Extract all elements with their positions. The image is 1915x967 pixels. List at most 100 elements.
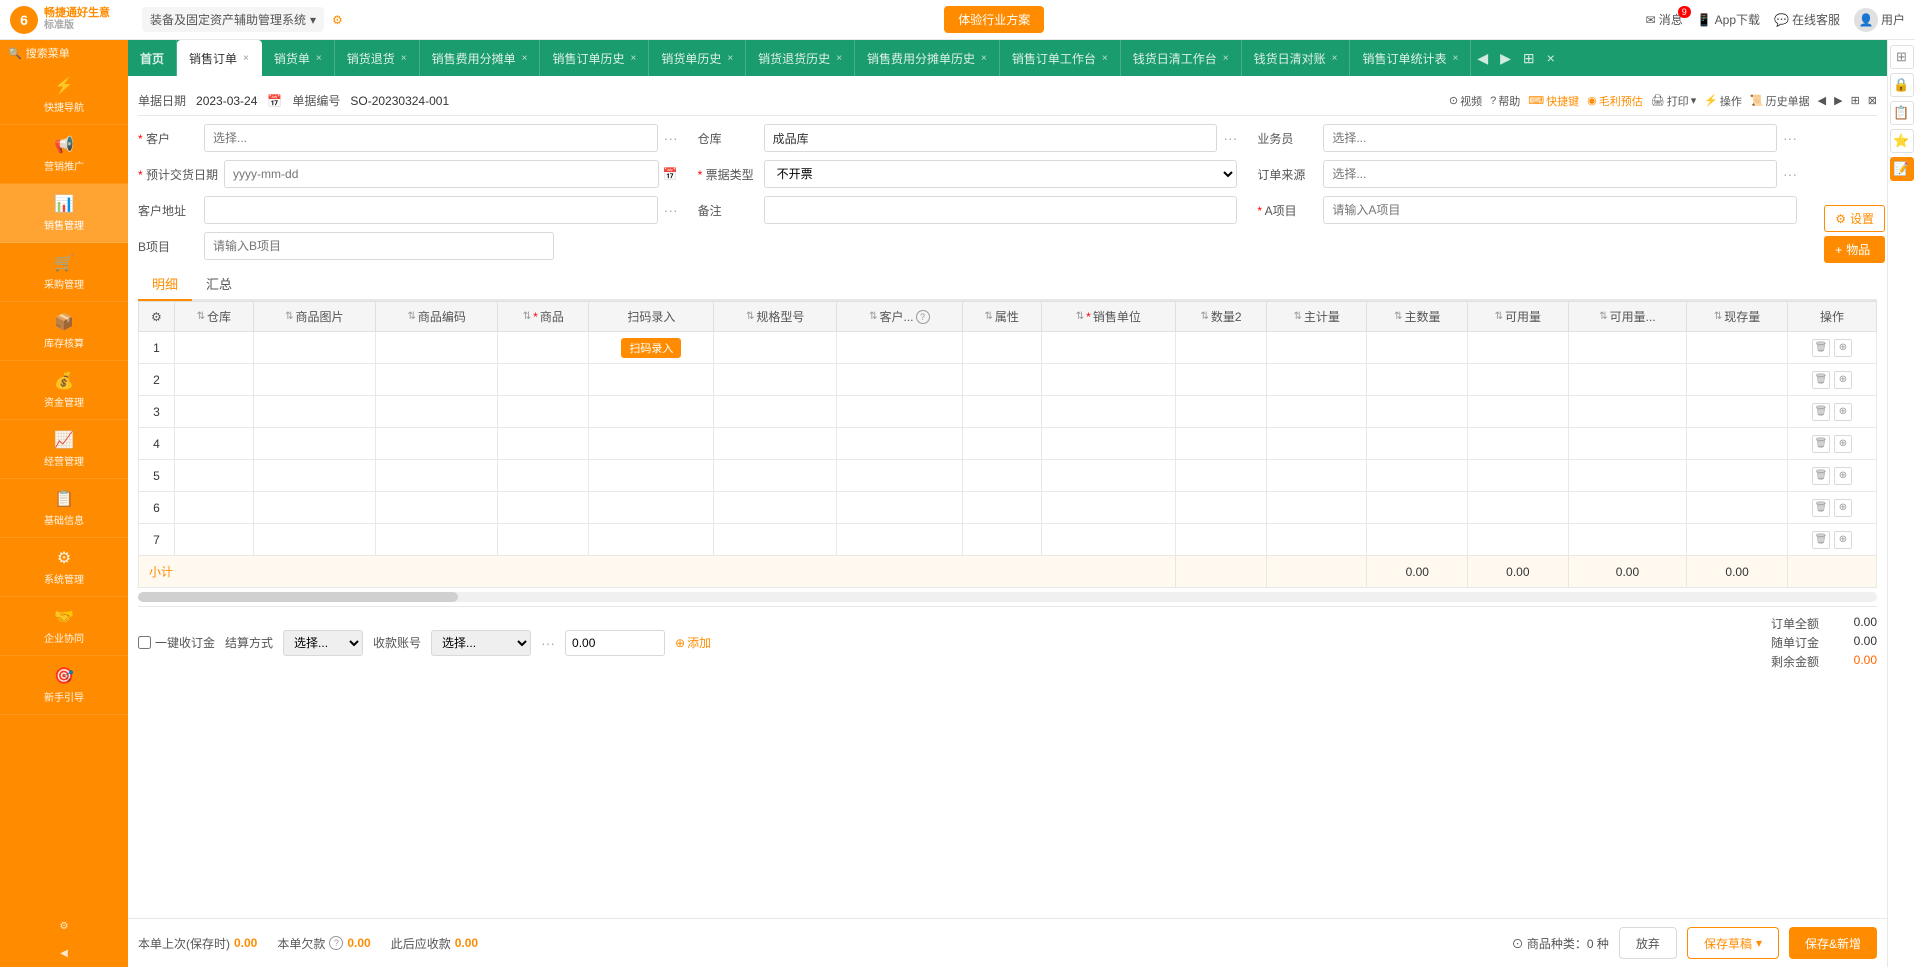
tab-stats[interactable]: 销售订单统计表 × — [1350, 40, 1471, 76]
tab-home[interactable]: 首页 — [128, 40, 177, 76]
industry-btn[interactable]: 体验行业方案 — [944, 6, 1044, 33]
row-code[interactable] — [376, 428, 498, 460]
sidebar-collapse-btn[interactable]: ◀ — [0, 940, 128, 967]
tab-close-icon[interactable]: × — [836, 53, 842, 64]
row-stock[interactable] — [1687, 460, 1788, 492]
pay-method-select[interactable]: 选择... — [283, 630, 363, 656]
row-scan[interactable]: 扫码录入 — [589, 332, 714, 364]
row-qty2[interactable] — [1176, 364, 1267, 396]
sort-icon[interactable]: ⇅ — [1200, 311, 1208, 322]
add-payment-btn[interactable]: ⊕ 添加 — [675, 634, 711, 651]
sort-icon[interactable]: ⇅ — [523, 311, 531, 322]
sort-icon[interactable]: ⇅ — [407, 311, 415, 322]
nav-prev-btn[interactable]: ◀ — [1818, 94, 1826, 107]
staff-input[interactable] — [1323, 124, 1777, 152]
row-main-unit[interactable] — [1266, 428, 1367, 460]
row-warehouse[interactable] — [174, 396, 253, 428]
row-main-qty[interactable] — [1367, 460, 1468, 492]
tab-close-icon[interactable]: × — [1332, 53, 1338, 64]
row-attr[interactable] — [962, 364, 1041, 396]
row-attr[interactable] — [962, 428, 1041, 460]
row-code[interactable] — [376, 332, 498, 364]
row-available2[interactable] — [1568, 332, 1687, 364]
row-product[interactable] — [498, 428, 589, 460]
row-scan[interactable] — [589, 524, 714, 556]
draft-dropdown-icon[interactable]: ▾ — [1756, 936, 1762, 950]
copy-row-btn[interactable]: ⊕ — [1834, 435, 1852, 453]
row-attr[interactable] — [962, 460, 1041, 492]
row-unit[interactable] — [1041, 396, 1175, 428]
calendar-icon[interactable]: 📅 — [663, 167, 678, 181]
row-qty2[interactable] — [1176, 332, 1267, 364]
sidebar-item-quicknav[interactable]: ⚡ 快捷导航 — [0, 66, 128, 125]
expand-btn[interactable]: ⊠ — [1868, 94, 1877, 107]
customer-input[interactable] — [204, 124, 658, 152]
tab-expense-split[interactable]: 销售费用分摊单 × — [420, 40, 541, 76]
row-stock[interactable] — [1687, 396, 1788, 428]
row-attr[interactable] — [962, 524, 1041, 556]
copy-row-btn[interactable]: ⊕ — [1834, 467, 1852, 485]
row-qty2[interactable] — [1176, 460, 1267, 492]
row-image[interactable] — [253, 332, 375, 364]
rp-icon-1[interactable]: ⊞ — [1890, 45, 1914, 69]
row-customer-code[interactable] — [836, 460, 962, 492]
row-scan[interactable] — [589, 428, 714, 460]
tab-close-all-btn[interactable]: × — [1541, 50, 1561, 66]
delete-row-btn[interactable]: 🗑 — [1812, 339, 1830, 357]
sidebar-item-guide[interactable]: 🎯 新手引导 — [0, 656, 128, 715]
delete-row-btn[interactable]: 🗑 — [1812, 403, 1830, 421]
sort-icon[interactable]: ⇅ — [869, 311, 877, 322]
tab-close-icon[interactable]: × — [316, 53, 322, 64]
tab-invoice-history[interactable]: 销货单历史 × — [649, 40, 746, 76]
row-unit[interactable] — [1041, 332, 1175, 364]
settings-icon[interactable]: ⚙ — [332, 13, 343, 27]
row-unit[interactable] — [1041, 492, 1175, 524]
row-product[interactable] — [498, 396, 589, 428]
row-customer-code[interactable] — [836, 364, 962, 396]
row-stock[interactable] — [1687, 428, 1788, 460]
scan-input-btn[interactable]: 扫码录入 — [621, 338, 681, 358]
tab-next-btn[interactable]: ▶ — [1494, 50, 1517, 67]
view-video-btn[interactable]: ⊙ 视频 — [1449, 93, 1482, 109]
rp-icon-2[interactable]: 🔒 — [1890, 73, 1914, 97]
message-btn[interactable]: ✉ 消息 9 — [1646, 11, 1683, 28]
row-customer-code[interactable] — [836, 396, 962, 428]
sidebar-item-sales[interactable]: 📊 销售管理 — [0, 184, 128, 243]
sort-icon[interactable]: ⇅ — [1294, 311, 1302, 322]
row-available2[interactable] — [1568, 428, 1687, 460]
row-main-unit[interactable] — [1266, 460, 1367, 492]
delete-row-btn[interactable]: 🗑 — [1812, 435, 1830, 453]
sort-icon[interactable]: ⇅ — [746, 311, 754, 322]
row-warehouse[interactable] — [174, 460, 253, 492]
row-main-qty[interactable] — [1367, 364, 1468, 396]
row-qty2[interactable] — [1176, 396, 1267, 428]
tab-close-icon[interactable]: × — [522, 53, 528, 64]
row-product[interactable] — [498, 364, 589, 396]
row-image[interactable] — [253, 364, 375, 396]
sidebar-item-basic[interactable]: 📋 基础信息 — [0, 479, 128, 538]
row-customer-code[interactable] — [836, 332, 962, 364]
row-available[interactable] — [1468, 460, 1569, 492]
tab-close-icon[interactable]: × — [401, 53, 407, 64]
row-available2[interactable] — [1568, 364, 1687, 396]
sort-icon[interactable]: ⇅ — [1599, 311, 1607, 322]
row-main-unit[interactable] — [1266, 396, 1367, 428]
project-b-input[interactable] — [204, 232, 554, 260]
row-available2[interactable] — [1568, 396, 1687, 428]
row-unit[interactable] — [1041, 428, 1175, 460]
delete-row-btn[interactable]: 🗑 — [1812, 499, 1830, 517]
history-btn[interactable]: 📜 历史单据 — [1750, 93, 1810, 109]
row-customer-code[interactable] — [836, 524, 962, 556]
row-customer-code[interactable] — [836, 428, 962, 460]
delete-row-btn[interactable]: 🗑 — [1812, 371, 1830, 389]
tab-daily-reconcile[interactable]: 钱货日清对账 × — [1242, 40, 1351, 76]
sidebar-settings-btn[interactable]: ⚙ — [0, 913, 128, 940]
operate-btn[interactable]: ⚡ 操作 — [1704, 93, 1742, 109]
tab-close-icon[interactable]: × — [1223, 53, 1229, 64]
rp-icon-5[interactable]: 📝 — [1890, 157, 1914, 181]
row-image[interactable] — [253, 428, 375, 460]
row-image[interactable] — [253, 492, 375, 524]
row-product[interactable] — [498, 492, 589, 524]
row-unit[interactable] — [1041, 524, 1175, 556]
discard-btn[interactable]: 放弃 — [1619, 927, 1677, 959]
